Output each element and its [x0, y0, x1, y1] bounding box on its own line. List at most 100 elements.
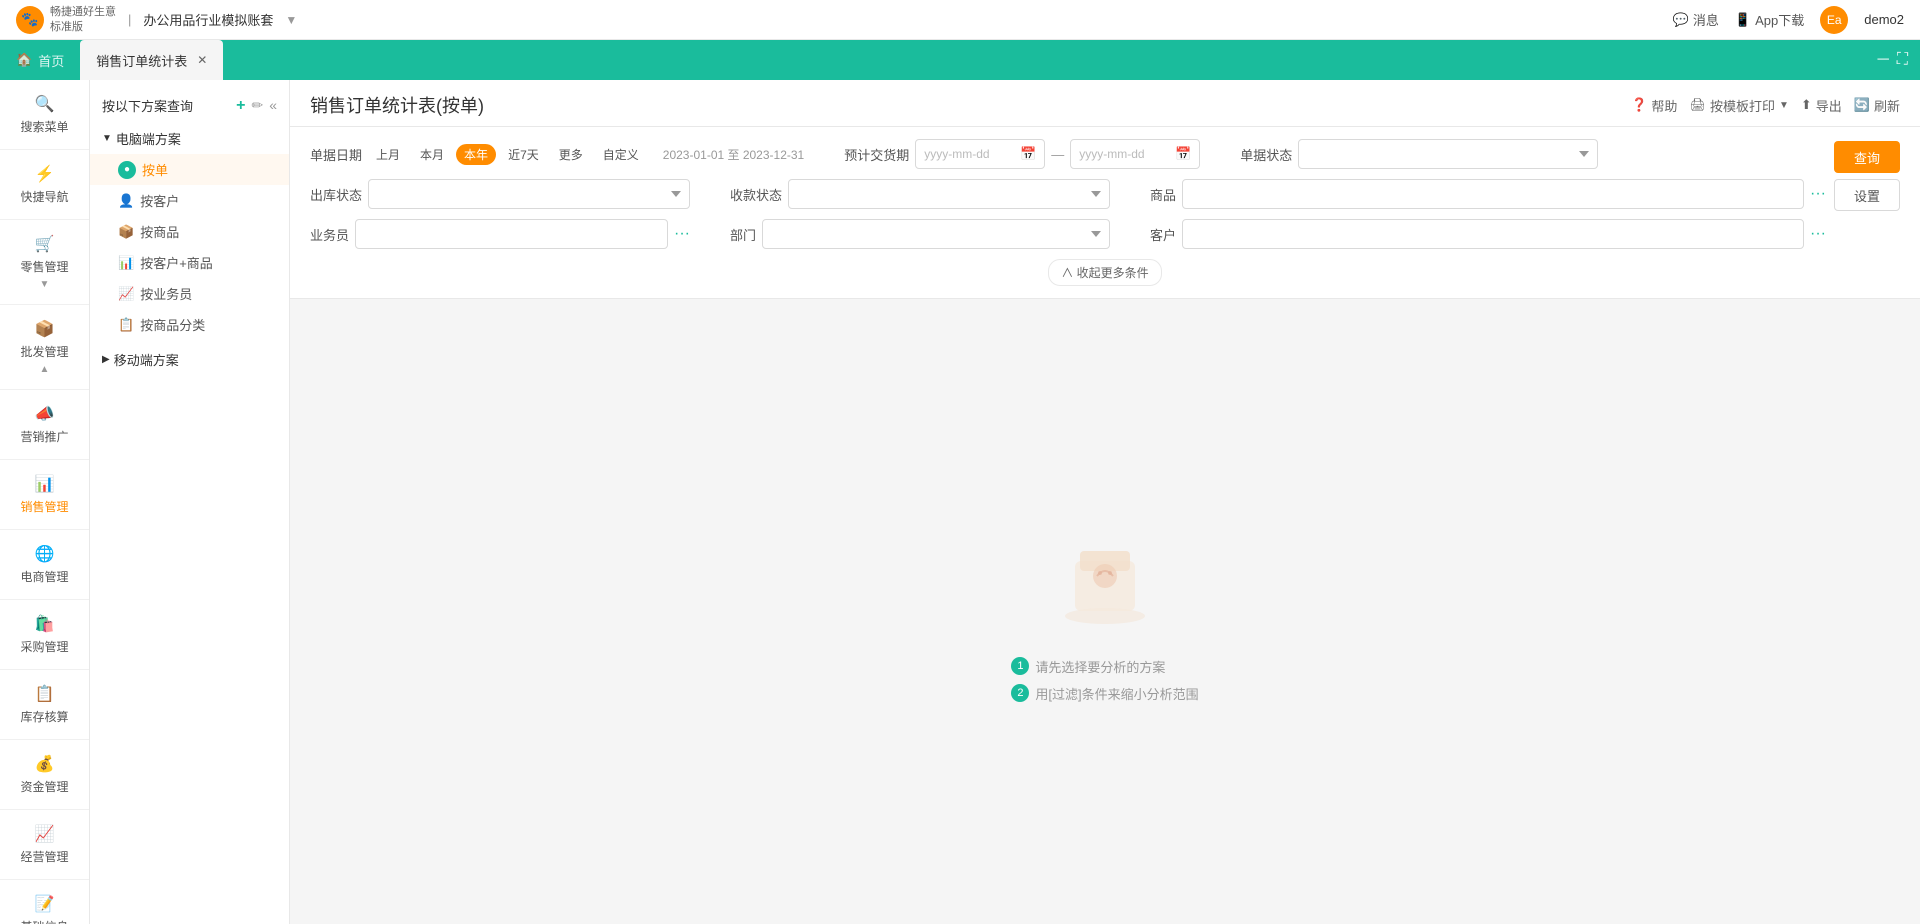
sidebar-item-quick-nav[interactable]: ⚡ 快捷导航 — [0, 150, 89, 220]
order-status-select[interactable] — [1298, 139, 1598, 169]
message-btn[interactable]: 💬 消息 — [1673, 10, 1719, 29]
customer-dots-btn[interactable]: ··· — [1810, 225, 1826, 243]
wholesale-arrow-icon: ▲ — [40, 364, 50, 375]
export-btn[interactable]: ⬆ 导出 — [1801, 96, 1842, 115]
query-btn[interactable]: 查询 — [1834, 141, 1900, 173]
filter-row-1: 单据日期 上月 本月 本年 近7天 更多 自定义 — [310, 139, 1826, 169]
filter-area: 单据日期 上月 本月 本年 近7天 更多 自定义 — [290, 127, 1920, 299]
sidebar-item-finance[interactable]: 💰 资金管理 — [0, 740, 89, 810]
hint-1-text: 请先选择要分析的方案 — [1035, 657, 1165, 676]
sales-icon: 📊 — [35, 474, 55, 494]
order-status-label: 单据状态 — [1240, 145, 1292, 164]
shortcut-this-year[interactable]: 本年 — [456, 144, 496, 165]
user-avatar[interactable]: Ea — [1820, 6, 1848, 34]
date-shortcuts: 上月 本月 本年 近7天 更多 自定义 — [368, 144, 647, 165]
delivery-status-select[interactable] — [368, 179, 690, 209]
empty-hint-2: 2 用[过滤]条件来缩小分析范围 — [1011, 684, 1198, 703]
tree-group-mobile[interactable]: ▶ 移动端方案 — [90, 344, 289, 375]
breadcrumb-dropdown-icon[interactable]: ▼ — [285, 13, 297, 27]
hint-2-text: 用[过滤]条件来缩小分析范围 — [1035, 684, 1198, 703]
payment-status-select[interactable] — [788, 179, 1110, 209]
tree-item-by-salesperson[interactable]: 📈 按业务员 — [90, 278, 289, 309]
tree-group-arrow-icon: ▼ — [102, 133, 112, 144]
message-icon: 💬 — [1673, 12, 1689, 28]
sidebar-item-basic[interactable]: 📝 基础信息 — [0, 880, 89, 924]
product-label: 商品 — [1150, 185, 1176, 204]
filter-rows-with-actions: 单据日期 上月 本月 本年 近7天 更多 自定义 — [310, 139, 1900, 249]
username-label[interactable]: demo2 — [1864, 12, 1904, 27]
sidebar-item-search[interactable]: 🔍 搜索菜单 — [0, 80, 89, 150]
tab-sales-order-stats[interactable]: 销售订单统计表 ✕ — [80, 40, 223, 80]
template-print-btn[interactable]: 🖨 按模板打印 ▼ — [1689, 96, 1788, 115]
refresh-btn[interactable]: 🔄 刷新 — [1854, 96, 1900, 115]
tab-maximize-icon[interactable]: ⛶ — [1897, 51, 1908, 69]
app-download-btn[interactable]: 📱 App下载 — [1735, 10, 1804, 29]
department-label: 部门 — [730, 225, 756, 244]
sidebar-item-purchase[interactable]: 🛍️ 采购管理 — [0, 600, 89, 670]
export-icon: ⬆ — [1801, 97, 1812, 113]
tab-bar: 🏠 首页 销售订单统计表 ✕ ─ ⛶ — [0, 40, 1920, 80]
tree-item-by-product[interactable]: 📦 按商品 — [90, 216, 289, 247]
department-select-wrapper — [762, 219, 1110, 249]
sidebar-item-inventory[interactable]: 📋 库存核算 — [0, 670, 89, 740]
product-input[interactable] — [1182, 179, 1804, 209]
marketing-icon: 📣 — [35, 404, 55, 424]
left-panel-edit-btn[interactable]: ✏ — [251, 97, 263, 115]
empty-state: 1 请先选择要分析的方案 2 用[过滤]条件来缩小分析范围 — [290, 299, 1920, 924]
expected-delivery-start[interactable]: yyyy-mm-dd 📅 — [915, 139, 1045, 169]
sidebar-item-retail[interactable]: 🛒 零售管理 ▼ — [0, 220, 89, 305]
retail-arrow-icon: ▼ — [40, 279, 50, 290]
setting-btn[interactable]: 设置 — [1834, 179, 1900, 211]
date-range-text: 2023-01-01 至 2023-12-31 — [663, 146, 804, 163]
ecommerce-icon: 🌐 — [35, 544, 55, 564]
help-btn[interactable]: ❓ 帮助 — [1631, 96, 1677, 115]
product-group: 商品 ··· — [1150, 179, 1826, 209]
sidebar-item-sales[interactable]: 📊 销售管理 — [0, 460, 89, 530]
by-category-icon: 📋 — [118, 317, 134, 333]
salesperson-group: 业务员 ··· — [310, 219, 690, 249]
by-customer-product-icon: 📊 — [118, 255, 134, 271]
product-dots-btn[interactable]: ··· — [1810, 185, 1826, 203]
tab-close-icon[interactable]: ✕ — [197, 53, 207, 67]
left-panel-title: 按以下方案查询 — [102, 96, 193, 115]
left-panel-add-btn[interactable]: + — [236, 97, 245, 115]
shortcut-this-month[interactable]: 本月 — [412, 144, 452, 165]
empty-hints: 1 请先选择要分析的方案 2 用[过滤]条件来缩小分析范围 — [1011, 657, 1198, 703]
salesperson-dots-btn[interactable]: ··· — [674, 225, 690, 243]
shortcut-more[interactable]: 更多 — [551, 144, 591, 165]
right-panel: 销售订单统计表(按单) ❓ 帮助 🖨 按模板打印 ▼ ⬆ 导出 — [290, 80, 1920, 924]
shortcut-custom[interactable]: 自定义 — [595, 144, 647, 165]
retail-icon: 🛒 — [35, 234, 55, 254]
salesperson-input[interactable] — [355, 219, 668, 249]
logo-area: 🐾 畅捷通好生意 标准版 — [16, 5, 116, 34]
shortcut-last-month[interactable]: 上月 — [368, 144, 408, 165]
customer-label: 客户 — [1150, 225, 1176, 244]
operations-icon: 📈 — [35, 824, 55, 844]
sidebar-item-ecommerce[interactable]: 🌐 电商管理 — [0, 530, 89, 600]
download-icon: 📱 — [1735, 12, 1751, 28]
calendar-end-icon: 📅 — [1175, 146, 1191, 162]
shortcut-last-7-days[interactable]: 近7天 — [500, 144, 547, 165]
sidebar-item-operations[interactable]: 📈 经营管理 — [0, 810, 89, 880]
expected-delivery-end[interactable]: yyyy-mm-dd 📅 — [1070, 139, 1200, 169]
tree-item-by-customer-product[interactable]: 📊 按客户+商品 — [90, 247, 289, 278]
wholesale-icon: 📦 — [35, 319, 55, 339]
calendar-start-icon: 📅 — [1020, 146, 1036, 162]
tree-item-by-customer[interactable]: 👤 按客户 — [90, 185, 289, 216]
basic-icon: 📝 — [35, 894, 55, 914]
collapse-more-conditions-btn[interactable]: ∧ 收起更多条件 — [1048, 259, 1161, 286]
order-status-group: 单据状态 — [1240, 139, 1826, 169]
sidebar-item-wholesale[interactable]: 📦 批发管理 ▲ — [0, 305, 89, 390]
delivery-status-label: 出库状态 — [310, 185, 362, 204]
sidebar-item-marketing[interactable]: 📣 营销推广 — [0, 390, 89, 460]
tree-item-by-category[interactable]: 📋 按商品分类 — [90, 309, 289, 340]
tab-minimize-icon[interactable]: ─ — [1877, 51, 1888, 69]
customer-input[interactable] — [1182, 219, 1804, 249]
department-group: 部门 — [730, 219, 1110, 249]
tree-group-desktop[interactable]: ▼ 电脑端方案 — [90, 123, 289, 154]
tree-item-by-order[interactable]: ● 按单 — [90, 154, 289, 185]
print-dropdown-icon: ▼ — [1779, 100, 1789, 111]
tab-home[interactable]: 🏠 首页 — [0, 40, 80, 80]
left-panel-collapse-btn[interactable]: « — [269, 97, 277, 115]
department-select[interactable] — [762, 219, 1110, 249]
